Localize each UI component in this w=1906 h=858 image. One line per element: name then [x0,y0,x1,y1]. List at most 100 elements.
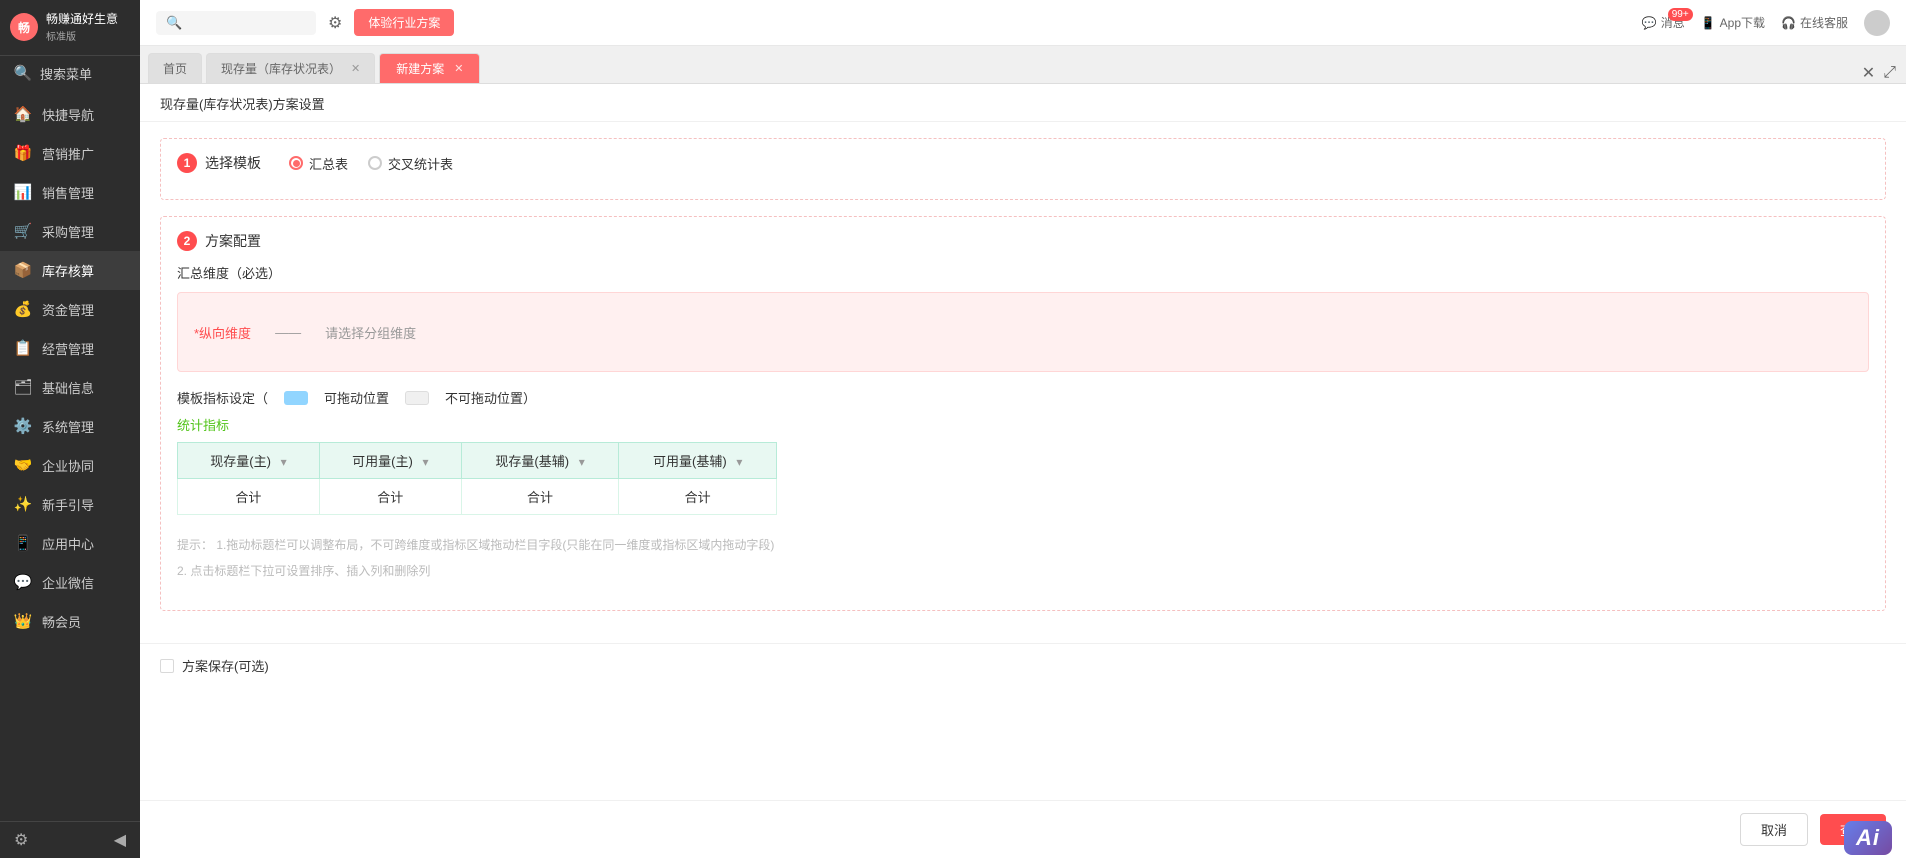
stats-title: 统计指标 [177,415,1869,434]
step2-header: 2 方案配置 [177,231,1869,251]
sidebar-item-label: 资金管理 [42,300,94,319]
sidebar-item-label: 应用中心 [42,534,94,553]
ai-badge: Ai [1844,821,1892,855]
save-label: 方案保存(可选) [182,656,269,675]
tab-expand-button[interactable]: ⤢ [1883,64,1896,82]
topbar-search-box[interactable]: 🔍 [156,11,316,35]
sidebar-item-cooperation[interactable]: 🤝 企业协同 [0,446,140,485]
col-header-2[interactable]: 现存量(基辅) ▾ [461,443,619,479]
indicator-row: 模板指标设定（ 可拖动位置 不可拖动位置） [177,388,1869,407]
sidebar-item-operation[interactable]: 📋 经营管理 [0,329,140,368]
tab-new-close-icon[interactable]: ✕ [454,62,463,75]
sidebar-search[interactable]: 🔍 搜索菜单 [0,56,140,91]
service-icon: 🎧 [1781,16,1796,30]
tab-inventory-close-icon[interactable]: ✕ [351,62,360,75]
summary-dim-label: 汇总维度（必选） [177,263,1869,282]
sidebar-item-finance[interactable]: 💰 资金管理 [0,290,140,329]
save-checkbox[interactable] [160,659,174,673]
col-label-2: 现存量(基辅) [495,454,569,469]
col-chevron-3: ▾ [736,455,742,469]
sidebar-item-label: 库存核算 [42,261,94,280]
home-icon: 🏠 [14,105,32,123]
app-logo: 畅 畅赚通好生意 标准版 [0,0,140,56]
app-version: 标准版 [46,28,118,43]
mobile-icon: 📱 [14,534,32,552]
page-content: 现存量(库存状况表)方案设置 1 选择模板 汇总表 交叉统计表 [140,84,1906,800]
search-icon: 🔍 [14,64,32,82]
chart-icon: 📊 [14,183,32,201]
settings-gear-icon[interactable]: ⚙ [328,13,342,33]
tab-panel-controls: ✕ ⤢ [1852,63,1906,83]
sidebar-nav: 🏠 快捷导航 🎁 营销推广 📊 销售管理 🛒 采购管理 📦 库存核算 💰 资金管… [0,91,140,821]
radio-summary-circle [289,156,303,170]
radio-cross-circle [368,156,382,170]
sidebar-item-inventory[interactable]: 📦 库存核算 [0,251,140,290]
table-row: 合计 合计 合计 合计 [178,479,777,515]
tab-new-scheme-label: 新建方案 [396,60,444,77]
col-chevron-2: ▾ [579,455,585,469]
sidebar-item-label: 经营管理 [42,339,94,358]
col-header-1[interactable]: 可用量(主) ▾ [319,443,461,479]
col-header-0[interactable]: 现存量(主) ▾ [178,443,320,479]
save-option-row: 方案保存(可选) [140,643,1906,687]
gift-icon: 🎁 [14,144,32,162]
tab-collapse-button[interactable]: ✕ [1862,63,1875,83]
tab-home[interactable]: 首页 [148,53,202,83]
phone-icon: 📱 [1701,16,1716,30]
clipboard-icon: 📋 [14,339,32,357]
industry-scheme-button[interactable]: 体验行业方案 [354,9,454,36]
template-radio-group: 汇总表 交叉统计表 [289,154,453,173]
page-title: 现存量(库存状况表)方案设置 [160,97,325,112]
tips-section: 提示： 1.拖动标题栏可以调整布局，不可跨维度或指标区域拖动栏目字段(只能在同一… [177,525,1869,596]
app-download-button[interactable]: 📱 App下载 [1701,14,1765,31]
sidebar-item-purchase[interactable]: 🛒 采购管理 [0,212,140,251]
sidebar-item-sales[interactable]: 📊 销售管理 [0,173,140,212]
sidebar-item-label: 新手引导 [42,495,94,514]
user-avatar[interactable] [1864,10,1890,36]
sidebar-item-marketing[interactable]: 🎁 营销推广 [0,134,140,173]
step1-header: 1 选择模板 汇总表 交叉统计表 [177,153,1869,173]
sidebar-item-newguide[interactable]: ✨ 新手引导 [0,485,140,524]
cell-3-0: 合计 [619,479,777,515]
step2-section: 2 方案配置 汇总维度（必选） *纵向维度 —— 请选择分组维度 模板指标设定（… [160,216,1886,611]
col-header-3[interactable]: 可用量(基辅) ▾ [619,443,777,479]
dim-required-label: *纵向维度 [194,323,251,342]
cell-1-0: 合计 [319,479,461,515]
sidebar-item-label: 快捷导航 [42,105,94,124]
tab-new-scheme[interactable]: 新建方案 ✕ [379,53,480,83]
settings-icon[interactable]: ⚙ [14,830,28,850]
topbar: 🔍 ⚙ 体验行业方案 💬 消息 99+ 📱 App下载 🎧 在线客服 [140,0,1906,46]
step1-num: 1 [177,153,197,173]
sidebar: 畅 畅赚通好生意 标准版 🔍 搜索菜单 🏠 快捷导航 🎁 营销推广 📊 销售管理… [0,0,140,858]
cell-2-0: 合计 [461,479,619,515]
cancel-button[interactable]: 取消 [1740,813,1808,846]
col-label-1: 可用量(主) [352,454,413,469]
step1-section: 1 选择模板 汇总表 交叉统计表 [160,138,1886,200]
radio-cross[interactable]: 交叉统计表 [368,154,453,173]
sidebar-bottom: ⚙ ◀ [0,821,140,858]
money-icon: 💰 [14,300,32,318]
step1-title: 选择模板 [205,153,261,173]
tip-1: 提示： 1.拖动标题栏可以调整布局，不可跨维度或指标区域拖动栏目字段(只能在同一… [177,535,1869,557]
online-service-button[interactable]: 🎧 在线客服 [1781,14,1848,31]
tabbar: 首页 现存量（库存状况表） ✕ 新建方案 ✕ ✕ ⤢ [140,46,1906,84]
sidebar-item-quicknav[interactable]: 🏠 快捷导航 [0,95,140,134]
fixed-badge [405,391,429,405]
movable-badge [284,391,308,405]
sidebar-item-appcenter[interactable]: 📱 应用中心 [0,524,140,563]
col-label-0: 现存量(主) [210,454,271,469]
collapse-icon[interactable]: ◀ [114,830,126,850]
sidebar-item-system[interactable]: ⚙️ 系统管理 [0,407,140,446]
sidebar-item-basic[interactable]: 🗂 基础信息 [0,368,140,407]
col-label-3: 可用量(基辅) [653,454,727,469]
dim-placeholder[interactable]: 请选择分组维度 [325,323,416,342]
sidebar-item-wechat[interactable]: 💬 企业微信 [0,563,140,602]
search-input[interactable] [188,16,308,30]
message-button[interactable]: 💬 消息 99+ [1642,14,1685,31]
footer-bar: 取消 查询 [140,800,1906,858]
indicator-fixed-label: 不可拖动位置） [445,388,536,407]
tab-inventory-status[interactable]: 现存量（库存状况表） ✕ [206,53,375,83]
radio-summary[interactable]: 汇总表 [289,154,348,173]
sidebar-item-member[interactable]: 👑 畅会员 [0,602,140,641]
message-icon: 💬 [1642,16,1657,30]
